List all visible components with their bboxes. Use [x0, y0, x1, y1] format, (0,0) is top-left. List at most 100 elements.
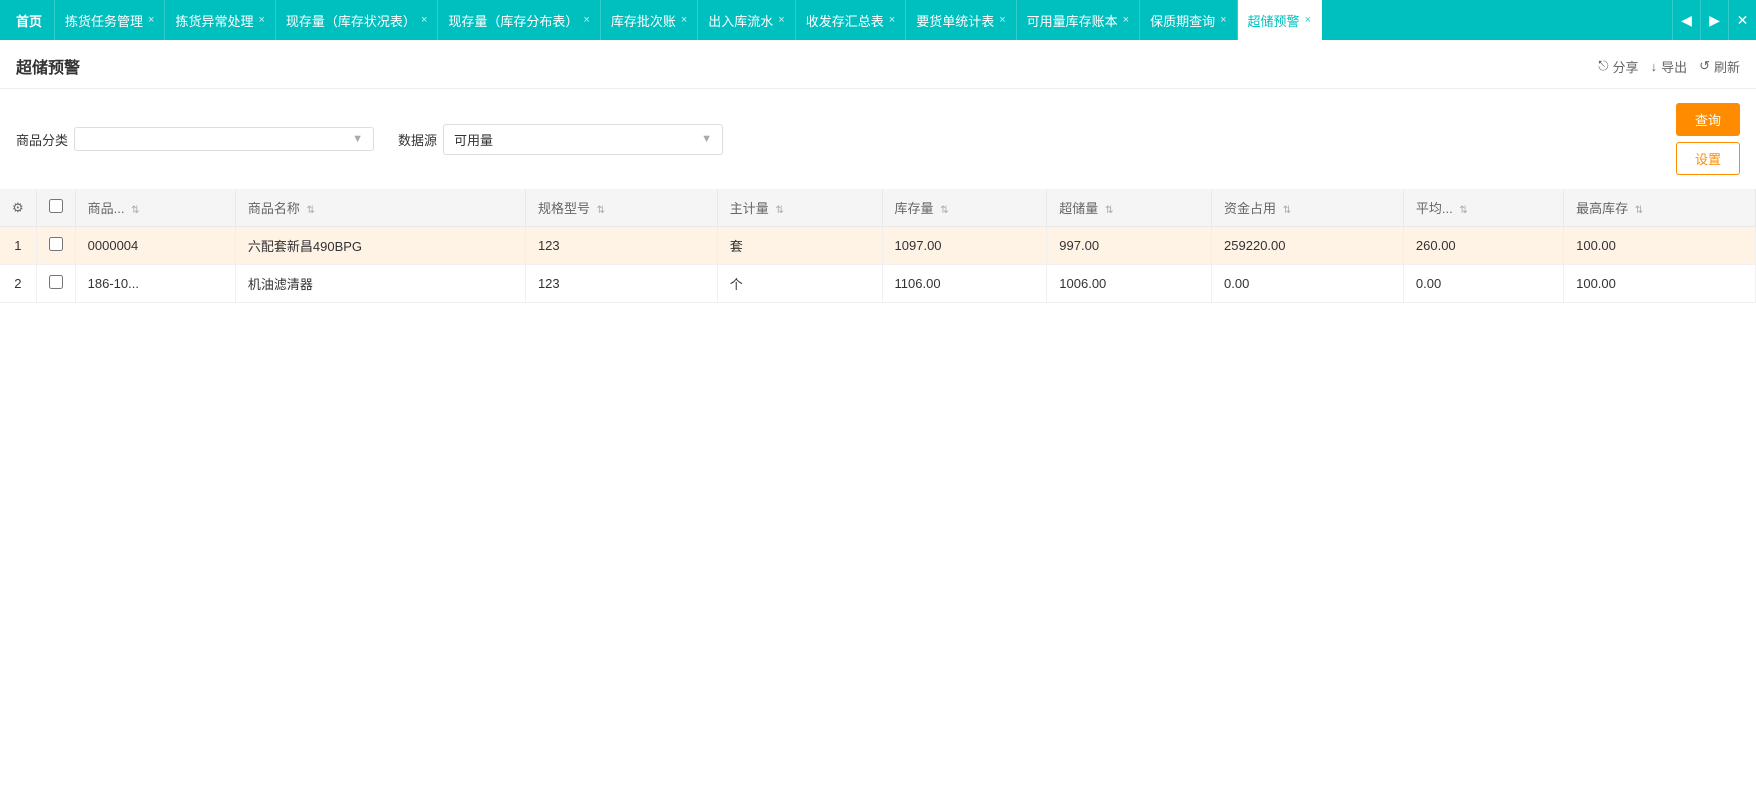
- col-avg[interactable]: 平均... ⇅: [1403, 189, 1563, 227]
- settings-button[interactable]: 设置: [1676, 142, 1740, 175]
- sort-name-icon: ⇅: [307, 205, 315, 216]
- nav-tab-7[interactable]: 收发存汇总表 ×: [796, 0, 906, 40]
- nav-tab-6[interactable]: 出入库流水 ×: [698, 0, 795, 40]
- row-spec: 123: [525, 265, 717, 303]
- main-content: 超储预警 ⎋ 分享 ↓ 导出 ↺ 刷新 商品分类 ▼ 数据源: [0, 40, 1756, 800]
- col-capital[interactable]: 资金占用 ⇅: [1212, 189, 1404, 227]
- nav-tab-10[interactable]: 保质期查询 ×: [1140, 0, 1237, 40]
- nav-tab-2-close[interactable]: ×: [258, 14, 264, 26]
- row-overstock: 997.00: [1047, 227, 1212, 265]
- data-table: ⚙ 商品... ⇅ 商品名称 ⇅ 规格型号 ⇅: [0, 189, 1756, 303]
- nav-tab-8[interactable]: 要货单统计表 ×: [906, 0, 1016, 40]
- nav-tab-7-label: 收发存汇总表: [806, 11, 884, 30]
- page-title: 超储预警: [16, 54, 80, 78]
- row-unit: 套: [717, 227, 882, 265]
- datasource-select[interactable]: 可用量 ▼: [443, 124, 723, 155]
- col-spec[interactable]: 规格型号 ⇅: [525, 189, 717, 227]
- nav-tab-9-close[interactable]: ×: [1123, 14, 1129, 26]
- datasource-filter: 数据源 可用量 ▼: [398, 124, 723, 155]
- nav-tab-5-close[interactable]: ×: [681, 14, 687, 26]
- top-nav: 首页 拣货任务管理 × 拣货异常处理 × 现存量（库存状况表） × 现存量（库存…: [0, 0, 1756, 40]
- refresh-icon: ↺: [1699, 58, 1710, 74]
- col-code[interactable]: 商品... ⇅: [75, 189, 235, 227]
- nav-tab-1[interactable]: 拣货任务管理 ×: [55, 0, 165, 40]
- nav-tab-9-label: 可用量库存账本: [1027, 11, 1118, 30]
- nav-tab-4-label: 现存量（库存分布表）: [448, 11, 578, 30]
- row-checkbox-cell[interactable]: [36, 227, 75, 265]
- nav-tab-11-label: 超储预警: [1248, 11, 1300, 30]
- row-capital: 0.00: [1212, 265, 1404, 303]
- col-name[interactable]: 商品名称 ⇅: [235, 189, 525, 227]
- nav-tab-4[interactable]: 现存量（库存分布表） ×: [438, 0, 600, 40]
- col-checkbox[interactable]: [36, 189, 75, 227]
- table-row: 2 186-10... 机油滤清器 123 个 1106.00 1006.00 …: [0, 265, 1756, 303]
- nav-tab-2-label: 拣货异常处理: [175, 11, 253, 30]
- nav-tab-8-label: 要货单统计表: [916, 11, 994, 30]
- refresh-button[interactable]: ↺ 刷新: [1699, 57, 1740, 76]
- sort-avg-icon: ⇅: [1459, 205, 1467, 216]
- share-button[interactable]: ⎋ 分享: [1598, 57, 1638, 76]
- col-gear[interactable]: ⚙: [0, 189, 36, 227]
- nav-tab-11-close[interactable]: ×: [1305, 14, 1311, 26]
- nav-prev-arrow[interactable]: ◀: [1672, 0, 1700, 40]
- row-name: 六配套新昌490BPG: [235, 227, 525, 265]
- datasource-dropdown-icon: ▼: [701, 133, 712, 145]
- row-avg: 0.00: [1403, 265, 1563, 303]
- row-spec: 123: [525, 227, 717, 265]
- row-maxstock: 100.00: [1564, 227, 1756, 265]
- row-num: 2: [0, 265, 36, 303]
- nav-tab-3[interactable]: 现存量（库存状况表） ×: [276, 0, 438, 40]
- nav-tab-7-close[interactable]: ×: [889, 14, 895, 26]
- nav-next-arrow[interactable]: ▶: [1700, 0, 1728, 40]
- sort-unit-icon: ⇅: [775, 205, 783, 216]
- export-icon: ↓: [1651, 59, 1658, 74]
- row-num: 1: [0, 227, 36, 265]
- query-button[interactable]: 查询: [1676, 103, 1740, 136]
- nav-tab-home[interactable]: 首页: [4, 0, 55, 40]
- col-unit[interactable]: 主计量 ⇅: [717, 189, 882, 227]
- nav-tab-4-close[interactable]: ×: [583, 14, 589, 26]
- sort-maxstock-icon: ⇅: [1635, 205, 1643, 216]
- nav-tab-10-close[interactable]: ×: [1220, 14, 1226, 26]
- nav-tab-3-label: 现存量（库存状况表）: [286, 11, 416, 30]
- sort-overstock-icon: ⇅: [1105, 205, 1113, 216]
- row-checkbox[interactable]: [49, 237, 63, 251]
- category-filter: 商品分类 ▼: [16, 127, 374, 151]
- sort-spec-icon: ⇅: [597, 205, 605, 216]
- category-select[interactable]: ▼: [74, 127, 374, 151]
- row-capital: 259220.00: [1212, 227, 1404, 265]
- filter-buttons: 查询 设置: [1676, 103, 1740, 175]
- nav-close-arrow[interactable]: ✕: [1728, 0, 1756, 40]
- nav-tab-6-label: 出入库流水: [708, 11, 773, 30]
- row-stock: 1106.00: [882, 265, 1047, 303]
- row-overstock: 1006.00: [1047, 265, 1212, 303]
- row-unit: 个: [717, 265, 882, 303]
- nav-tab-9[interactable]: 可用量库存账本 ×: [1017, 0, 1140, 40]
- nav-tab-8-close[interactable]: ×: [999, 14, 1005, 26]
- table-header-row: ⚙ 商品... ⇅ 商品名称 ⇅ 规格型号 ⇅: [0, 189, 1756, 227]
- category-dropdown-icon: ▼: [352, 133, 363, 145]
- filter-area: 商品分类 ▼ 数据源 可用量 ▼ 查询 设置: [0, 89, 1756, 189]
- row-checkbox[interactable]: [49, 275, 63, 289]
- select-all-checkbox[interactable]: [49, 199, 63, 213]
- row-checkbox-cell[interactable]: [36, 265, 75, 303]
- table-row: 1 0000004 六配套新昌490BPG 123 套 1097.00 997.…: [0, 227, 1756, 265]
- nav-tab-3-close[interactable]: ×: [421, 14, 427, 26]
- nav-tab-1-close[interactable]: ×: [148, 14, 154, 26]
- col-overstock[interactable]: 超储量 ⇅: [1047, 189, 1212, 227]
- nav-tab-10-label: 保质期查询: [1150, 11, 1215, 30]
- col-maxstock[interactable]: 最高库存 ⇅: [1564, 189, 1756, 227]
- col-stock[interactable]: 库存量 ⇅: [882, 189, 1047, 227]
- row-name: 机油滤清器: [235, 265, 525, 303]
- nav-tab-5[interactable]: 库存批次账 ×: [601, 0, 698, 40]
- sort-code-icon: ⇅: [131, 205, 139, 216]
- nav-tab-11[interactable]: 超储预警 ×: [1238, 0, 1322, 40]
- export-button[interactable]: ↓ 导出: [1651, 57, 1688, 76]
- nav-tab-6-close[interactable]: ×: [778, 14, 784, 26]
- datasource-select-value: 可用量: [454, 130, 493, 149]
- nav-tab-1-label: 拣货任务管理: [65, 11, 143, 30]
- nav-tab-5-label: 库存批次账: [611, 11, 676, 30]
- page-header: 超储预警 ⎋ 分享 ↓ 导出 ↺ 刷新: [0, 40, 1756, 89]
- nav-tab-2[interactable]: 拣货异常处理 ×: [165, 0, 275, 40]
- datasource-label: 数据源: [398, 130, 437, 149]
